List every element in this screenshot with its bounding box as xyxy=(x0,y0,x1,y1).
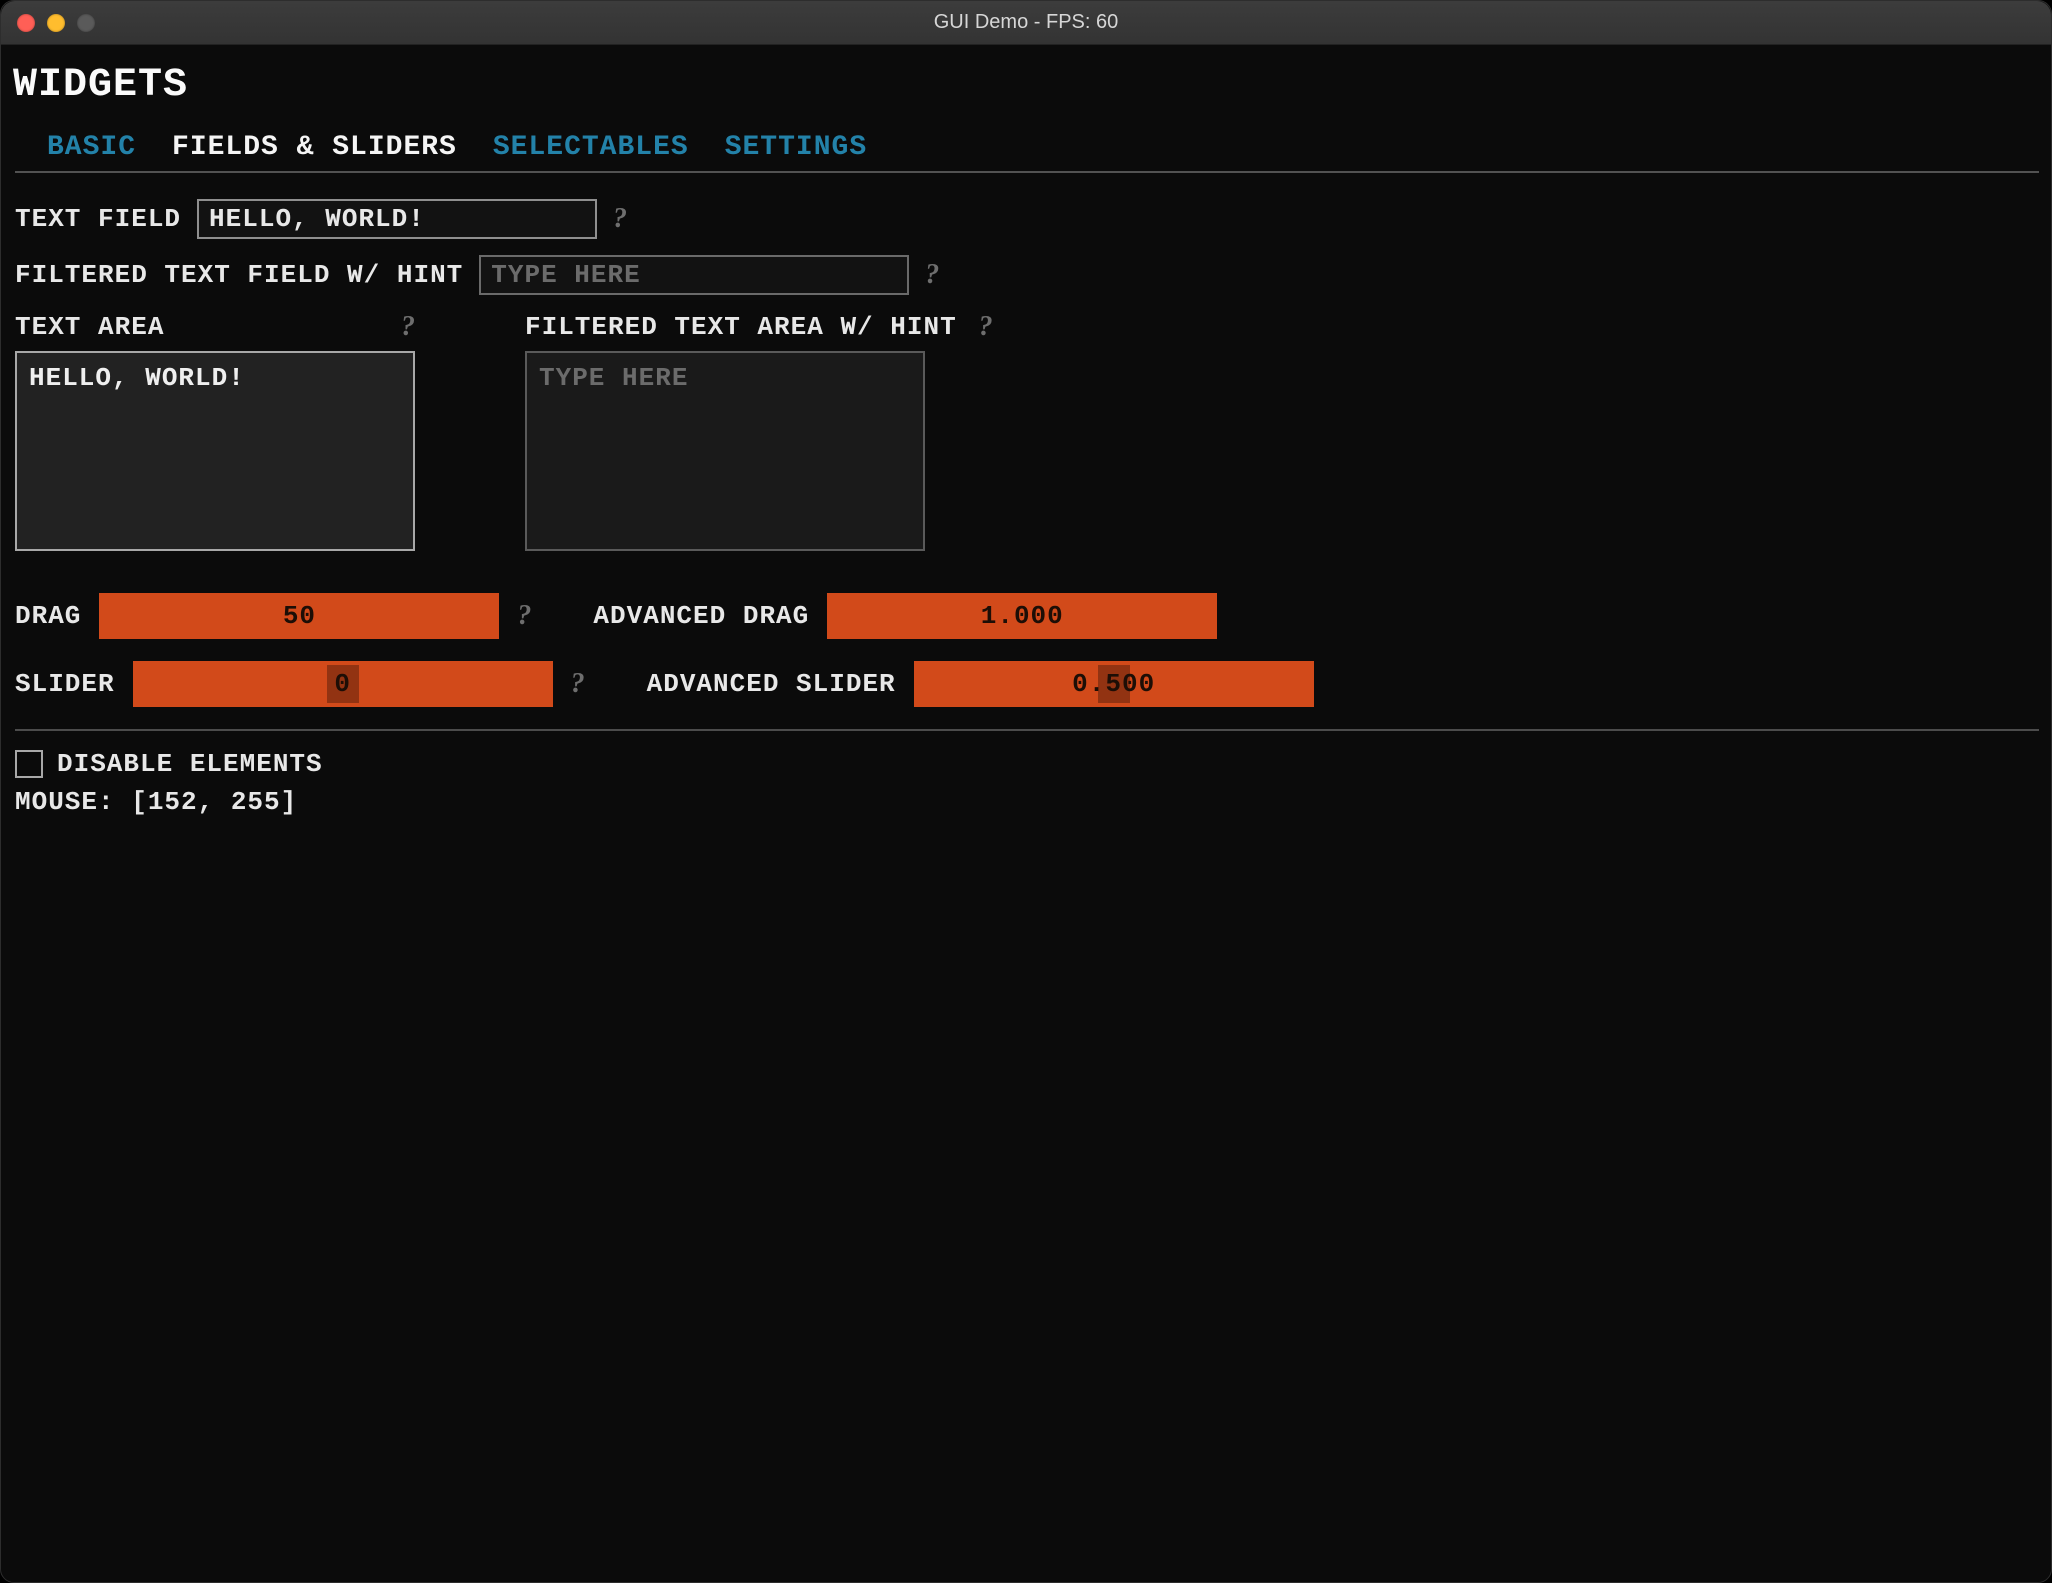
help-icon[interactable]: ? xyxy=(571,668,585,700)
disable-elements-checkbox[interactable] xyxy=(15,750,43,778)
advanced-slider-control[interactable]: 0.500 xyxy=(914,661,1314,707)
row-disable-elements: DISABLE ELEMENTS xyxy=(15,749,2039,779)
disable-elements-label: DISABLE ELEMENTS xyxy=(57,749,323,779)
content-area: WIDGETS BASIC FIELDS & SLIDERS SELECTABL… xyxy=(1,45,2051,1582)
filtered-text-field-input[interactable] xyxy=(479,255,909,295)
row-slider: SLIDER 0 ? ADVANCED SLIDER 0.500 xyxy=(15,661,2039,707)
row-text-field: TEXT FIELD ? xyxy=(15,199,2039,239)
help-icon[interactable]: ? xyxy=(613,203,627,235)
page-title: WIDGETS xyxy=(13,63,2039,108)
advanced-drag-control[interactable]: 1.000 xyxy=(827,593,1217,639)
tab-fields[interactable]: FIELDS & SLIDERS xyxy=(172,132,457,163)
tab-bar: BASIC FIELDS & SLIDERS SELECTABLES SETTI… xyxy=(15,132,2039,173)
text-areas-row: TEXT AREA ? FILTERED TEXT AREA W/ HINT ? xyxy=(15,311,2039,551)
text-area-col: TEXT AREA ? xyxy=(15,311,415,551)
row-drag: DRAG 50 ? ADVANCED DRAG 1.000 xyxy=(15,593,2039,639)
help-icon[interactable]: ? xyxy=(979,311,993,343)
slider-control[interactable]: 0 xyxy=(133,661,553,707)
drag-label: DRAG xyxy=(15,601,81,631)
window-titlebar[interactable]: GUI Demo - FPS: 60 xyxy=(1,1,2051,45)
slider-label: SLIDER xyxy=(15,669,115,699)
row-filtered-text-field: FILTERED TEXT FIELD W/ HINT ? xyxy=(15,255,2039,295)
help-icon[interactable]: ? xyxy=(925,259,939,291)
drag-control[interactable]: 50 xyxy=(99,593,499,639)
mouse-position: MOUSE: [152, 255] xyxy=(15,787,2039,817)
filtered-text-field-label: FILTERED TEXT FIELD W/ HINT xyxy=(15,260,463,290)
advanced-slider-value: 0.500 xyxy=(1072,669,1155,699)
window-title: GUI Demo - FPS: 60 xyxy=(1,11,2051,34)
tab-selectables[interactable]: SELECTABLES xyxy=(493,132,689,163)
text-area-input[interactable] xyxy=(15,351,415,551)
help-icon[interactable]: ? xyxy=(517,600,531,632)
tab-basic[interactable]: BASIC xyxy=(47,132,136,163)
advanced-drag-value: 1.000 xyxy=(981,601,1064,631)
text-field-label: TEXT FIELD xyxy=(15,204,181,234)
filtered-text-area-label: FILTERED TEXT AREA W/ HINT xyxy=(525,312,957,342)
separator xyxy=(15,729,2039,731)
advanced-drag-label: ADVANCED DRAG xyxy=(593,601,809,631)
text-field-input[interactable] xyxy=(197,199,597,239)
advanced-slider-label: ADVANCED SLIDER xyxy=(647,669,896,699)
drag-value: 50 xyxy=(283,601,316,631)
help-icon[interactable]: ? xyxy=(401,311,415,343)
filtered-text-area-input[interactable] xyxy=(525,351,925,551)
text-area-label: TEXT AREA xyxy=(15,312,164,342)
tab-settings[interactable]: SETTINGS xyxy=(725,132,867,163)
filtered-text-area-col: FILTERED TEXT AREA W/ HINT ? xyxy=(525,311,993,551)
app-window: GUI Demo - FPS: 60 WIDGETS BASIC FIELDS … xyxy=(0,0,2052,1583)
slider-value: 0 xyxy=(334,669,351,699)
